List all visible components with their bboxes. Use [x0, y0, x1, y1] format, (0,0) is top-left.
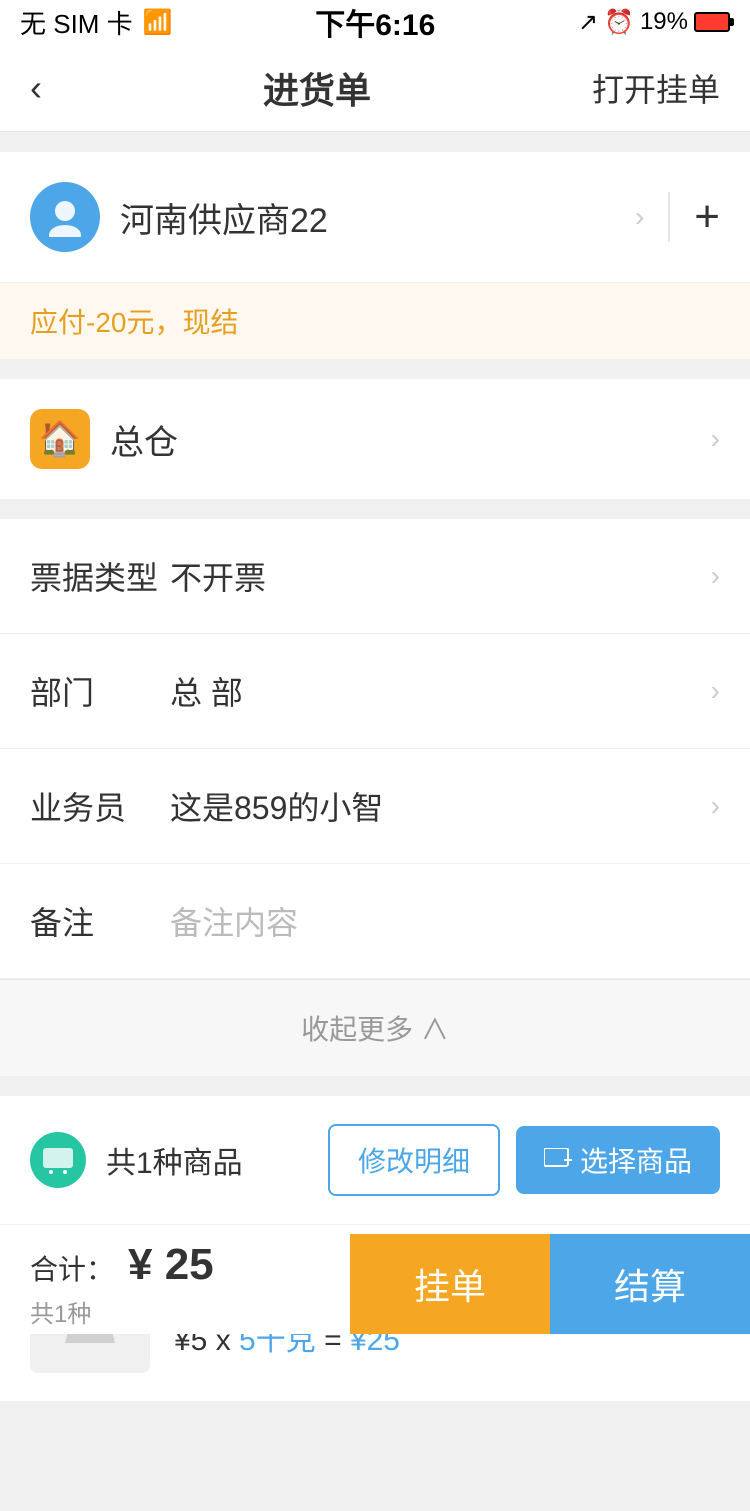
invoice-row[interactable]: 票据类型 不开票 ›: [0, 519, 750, 634]
warehouse-section: 🏠 总仓 ›: [0, 379, 750, 499]
total-line: 合计： ¥ 25: [30, 1240, 214, 1290]
hang-order-button[interactable]: 挂单: [350, 1234, 550, 1334]
footer-total: 合计： ¥ 25 共1种: [0, 1234, 350, 1334]
supplier-section: 河南供应商22 › + 应付-20元，现结: [0, 152, 750, 359]
sales-chevron-icon: ›: [711, 790, 720, 822]
status-right: ↗ ⏰ 19%: [578, 8, 730, 37]
select-product-label: 选择商品: [580, 1140, 692, 1180]
form-section: 票据类型 不开票 › 部门 总 部 › 业务员 这是859的小智 › 备注 备注…: [0, 519, 750, 1076]
dept-chevron-icon: ›: [711, 675, 720, 707]
section-gap-3: [0, 499, 750, 519]
warehouse-name: 总仓: [110, 415, 711, 464]
product-count: 共1种商品: [106, 1138, 328, 1182]
product-icon: [30, 1132, 86, 1188]
warehouse-chevron-icon: ›: [711, 423, 720, 455]
status-bar: 无 SIM 卡 📶 下午6:16 ↗ ⏰ 19%: [0, 0, 750, 44]
cart-icon: [41, 1146, 75, 1174]
supplier-row[interactable]: 河南供应商22 › +: [0, 152, 750, 283]
collapse-bar[interactable]: 收起更多 ∧: [0, 979, 750, 1076]
sim-label: 无 SIM 卡: [20, 4, 133, 41]
invoice-label: 票据类型: [30, 553, 170, 599]
open-pending-button[interactable]: 打开挂单: [592, 65, 720, 111]
location-icon: ↗: [578, 8, 598, 37]
total-label: 合计：: [30, 1248, 114, 1288]
select-product-icon: [544, 1148, 572, 1172]
edit-detail-button[interactable]: 修改明细: [328, 1124, 500, 1196]
select-product-button[interactable]: 选择商品: [516, 1126, 720, 1194]
dept-label: 部门: [30, 668, 170, 714]
footer-total-text: 合计： ¥ 25 共1种: [30, 1240, 214, 1329]
settle-button[interactable]: 结算: [550, 1234, 750, 1334]
remark-row[interactable]: 备注 备注内容: [0, 864, 750, 979]
collapse-label: 收起更多 ∧: [301, 1014, 449, 1045]
total-sub: 共1种: [30, 1294, 214, 1329]
supplier-name: 河南供应商22: [120, 193, 635, 242]
invoice-chevron-icon: ›: [711, 560, 720, 592]
footer-spacer: [0, 1401, 750, 1511]
supplier-avatar: [30, 182, 100, 252]
back-button[interactable]: ‹: [30, 67, 42, 109]
status-left: 无 SIM 卡 📶: [20, 4, 173, 41]
footer: 合计： ¥ 25 共1种 挂单 结算: [0, 1234, 750, 1334]
sales-label: 业务员: [30, 783, 170, 829]
sales-value: 这是859的小智: [170, 783, 711, 829]
dept-value: 总 部: [170, 668, 711, 714]
section-gap-1: [0, 132, 750, 152]
nav-bar: ‹ 进货单 打开挂单: [0, 44, 750, 132]
invoice-value: 不开票: [170, 553, 711, 599]
product-header: 共1种商品 修改明细 选择商品: [0, 1096, 750, 1225]
battery-percent: 19%: [640, 8, 688, 36]
page-title: 进货单: [263, 62, 371, 114]
supplier-alert: 应付-20元，现结: [0, 283, 750, 359]
warehouse-row[interactable]: 🏠 总仓 ›: [0, 379, 750, 499]
status-time: 下午6:16: [315, 0, 435, 44]
alarm-icon: ⏰: [604, 8, 634, 37]
add-supplier-button[interactable]: +: [694, 195, 720, 239]
remark-label: 备注: [30, 898, 170, 944]
section-gap-2: [0, 359, 750, 379]
remark-input[interactable]: 备注内容: [170, 898, 720, 944]
sales-row[interactable]: 业务员 这是859的小智 ›: [0, 749, 750, 864]
total-amount: ¥ 25: [128, 1240, 214, 1290]
battery-icon: [694, 12, 730, 32]
dept-row[interactable]: 部门 总 部 ›: [0, 634, 750, 749]
wifi-icon: 📶: [143, 8, 173, 37]
supplier-chevron-icon: ›: [635, 201, 644, 233]
user-icon: [45, 197, 85, 237]
warehouse-icon: 🏠: [30, 409, 90, 469]
supplier-divider: [668, 192, 670, 242]
section-gap-4: [0, 1076, 750, 1096]
